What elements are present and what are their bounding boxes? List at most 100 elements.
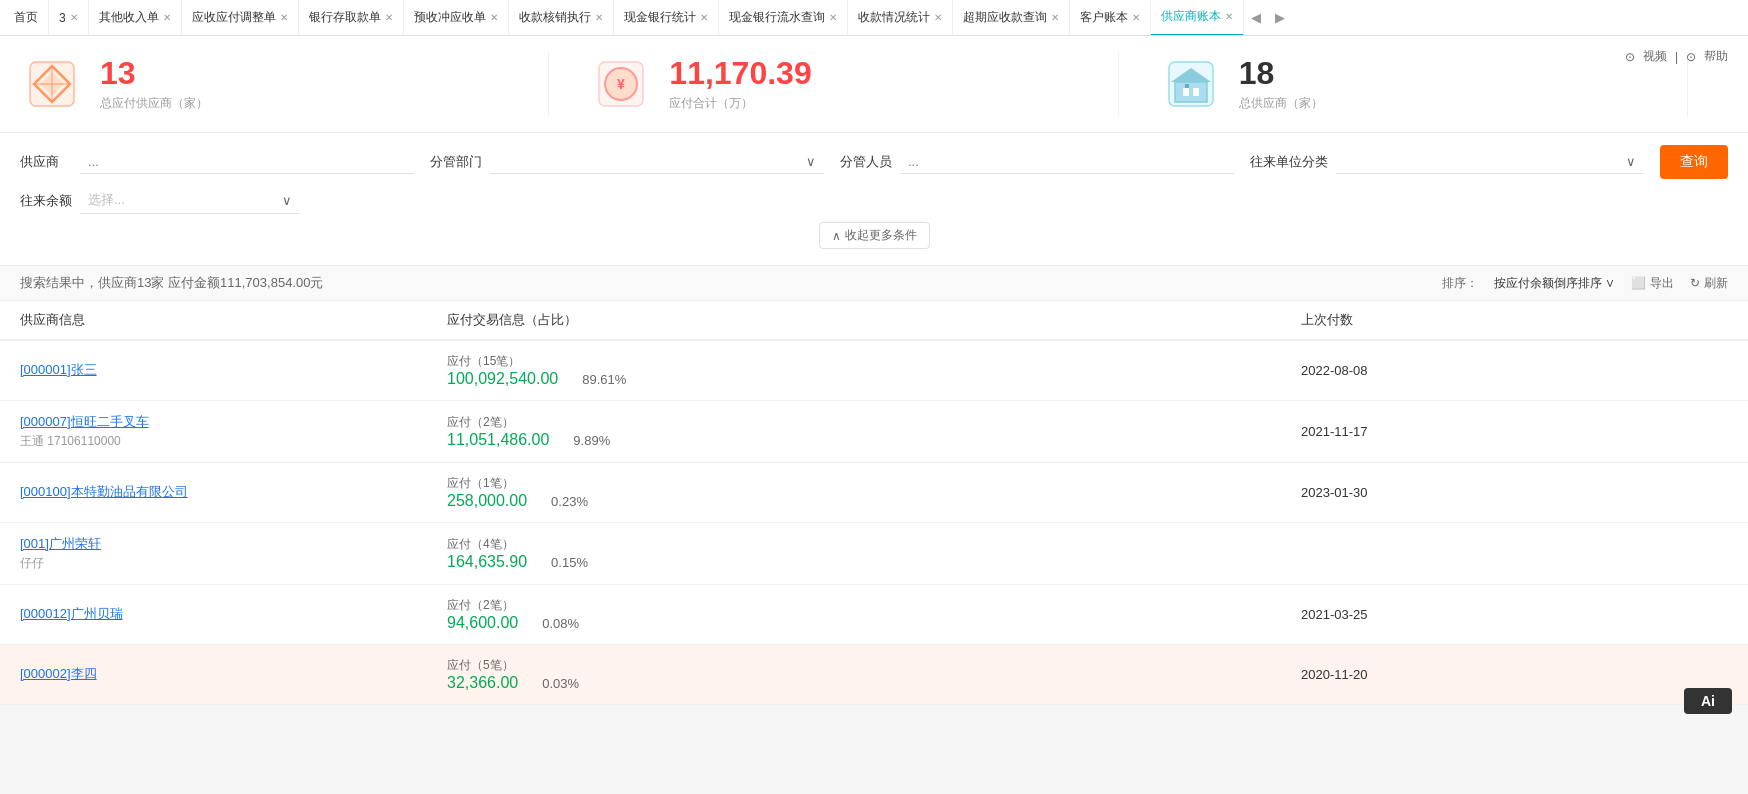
nav-tab-other-income-close[interactable]: ✕: [163, 12, 171, 23]
filter-dept: 分管部门 ∨: [430, 150, 824, 174]
nav-tab-cash-flow-label: 现金银行流水查询: [729, 9, 825, 26]
nav-tab-cash-stat[interactable]: 现金银行统计 ✕: [614, 0, 719, 36]
nav-tab-3-label: 3: [59, 11, 66, 25]
filter-dept-select[interactable]: ∨: [490, 150, 824, 174]
tx-amount-0[interactable]: 100,092,540.00: [447, 370, 558, 388]
svg-rect-9: [1175, 82, 1207, 102]
tx-pct-2: 0.23%: [551, 494, 588, 509]
nav-tab-cash-stat-close[interactable]: ✕: [700, 12, 708, 23]
tx-pct-5: 0.03%: [542, 676, 579, 691]
nav-tab-other-income-label: 其他收入单: [99, 9, 159, 26]
nav-tab-cash-flow-close[interactable]: ✕: [829, 12, 837, 23]
filter-dept-label: 分管部门: [430, 153, 482, 171]
filter-balance-placeholder: 选择...: [88, 191, 125, 209]
nav-tab-prepay-label: 预收冲应收单: [414, 9, 486, 26]
tx-pct-1: 9.89%: [573, 433, 610, 448]
supplier-sub-1: 王通 17106110000: [20, 433, 447, 450]
summary-card-total-payable: ¥ 11,170.39 应付合计（万）: [589, 52, 1118, 116]
nav-tab-cash-flow[interactable]: 现金银行流水查询 ✕: [719, 0, 848, 36]
nav-tab-overdue[interactable]: 超期应收款查询 ✕: [953, 0, 1070, 36]
search-button[interactable]: 查询: [1660, 145, 1728, 179]
nav-tab-customer-ledger[interactable]: 客户账本 ✕: [1070, 0, 1151, 36]
summary-total-payable-value: 11,170.39: [669, 56, 811, 91]
nav-tab-bank[interactable]: 银行存取款单 ✕: [299, 0, 404, 36]
nav-tab-supplier-ledger-label: 供应商账本: [1161, 8, 1221, 25]
summary-payable-suppliers-text: 13 总应付供应商（家）: [100, 56, 208, 112]
summary-total-suppliers-label: 总供应商（家）: [1239, 95, 1323, 112]
supplier-link-4[interactable]: [000012]广州贝瑞: [20, 605, 447, 623]
nav-tab-collection[interactable]: 收款核销执行 ✕: [509, 0, 614, 36]
circle-icon2: ⊙: [1686, 50, 1696, 64]
filter-supplier-input[interactable]: [80, 150, 414, 174]
nav-tab-3-close[interactable]: ✕: [70, 12, 78, 23]
nav-tab-ar-adjust[interactable]: 应收应付调整单 ✕: [182, 0, 299, 36]
summary-total-suppliers-text: 18 总供应商（家）: [1239, 56, 1323, 112]
supplier-link-5[interactable]: [000002]李四: [20, 665, 447, 683]
nav-tab-overdue-close[interactable]: ✕: [1051, 12, 1059, 23]
supplier-info-4: [000012]广州贝瑞: [20, 605, 447, 625]
nav-tab-collect-stat[interactable]: 收款情况统计 ✕: [848, 0, 953, 36]
nav-right-arrow[interactable]: ▶: [1268, 0, 1292, 36]
table-row: [000100]本特勤油品有限公司 应付（1笔） 258,000.00 0.23…: [0, 463, 1748, 523]
tx-label-2: 应付（1笔）: [447, 475, 1301, 492]
filter-person-input[interactable]: [900, 150, 1234, 174]
tx-row-4: 94,600.00 0.08%: [447, 614, 1301, 632]
nav-tab-bank-close[interactable]: ✕: [385, 12, 393, 23]
summary-payable-suppliers-value: 13: [100, 56, 208, 91]
nav-tab-customer-ledger-close[interactable]: ✕: [1132, 12, 1140, 23]
table-row: [000012]广州贝瑞 应付（2笔） 94,600.00 0.08% 2021…: [0, 585, 1748, 645]
sort-value-text: 按应付余额倒序排序: [1494, 276, 1602, 290]
tx-amount-1[interactable]: 11,051,486.00: [447, 431, 549, 449]
supplier-link-2[interactable]: [000100]本特勤油品有限公司: [20, 483, 447, 501]
summary-payable-suppliers-label: 总应付供应商（家）: [100, 95, 208, 112]
sort-label: 排序：: [1442, 275, 1478, 292]
nav-tab-collect-stat-label: 收款情况统计: [858, 9, 930, 26]
filter-category: 往来单位分类 ∨: [1250, 150, 1644, 174]
tx-amount-3[interactable]: 164,635.90: [447, 553, 527, 571]
tx-amount-2[interactable]: 258,000.00: [447, 492, 527, 510]
filter-category-label: 往来单位分类: [1250, 153, 1328, 171]
nav-tab-supplier-ledger-close[interactable]: ✕: [1225, 11, 1233, 22]
last-pay-2: 2023-01-30: [1301, 485, 1728, 500]
tx-info-2: 应付（1笔） 258,000.00 0.23%: [447, 475, 1301, 510]
nav-tab-cash-stat-label: 现金银行统计: [624, 9, 696, 26]
tx-info-5: 应付（5笔） 32,366.00 0.03%: [447, 657, 1301, 692]
collapse-button[interactable]: ∧ 收起更多条件: [819, 222, 930, 249]
tx-pct-0: 89.61%: [582, 372, 626, 387]
filter-category-select[interactable]: ∨: [1336, 150, 1644, 174]
nav-tab-3[interactable]: 3 ✕: [49, 0, 89, 36]
nav-tab-other-income[interactable]: 其他收入单 ✕: [89, 0, 182, 36]
tx-row-3: 164,635.90 0.15%: [447, 553, 1301, 571]
nav-tab-prepay-close[interactable]: ✕: [490, 12, 498, 23]
nav-tab-home[interactable]: 首页: [4, 0, 49, 36]
nav-left-arrow[interactable]: ◀: [1244, 0, 1268, 36]
nav-tab-prepay[interactable]: 预收冲应收单 ✕: [404, 0, 509, 36]
top-navigation: 首页 3 ✕ 其他收入单 ✕ 应收应付调整单 ✕ 银行存取款单 ✕ 预收冲应收单…: [0, 0, 1748, 36]
collapse-icon: ∧: [832, 229, 841, 243]
tx-amount-5[interactable]: 32,366.00: [447, 674, 518, 692]
tx-info-4: 应付（2笔） 94,600.00 0.08%: [447, 597, 1301, 632]
help-link[interactable]: 帮助: [1704, 48, 1728, 65]
nav-tab-bank-label: 银行存取款单: [309, 9, 381, 26]
nav-tab-collect-stat-close[interactable]: ✕: [934, 12, 942, 23]
ai-button[interactable]: Ai: [1684, 688, 1732, 705]
svg-rect-11: [1183, 88, 1189, 96]
last-pay-4: 2021-03-25: [1301, 607, 1728, 622]
separator: |: [1675, 50, 1678, 64]
diamond-icon: [20, 52, 84, 116]
refresh-button[interactable]: ↻ 刷新: [1690, 275, 1728, 292]
supplier-link-0[interactable]: [000001]张三: [20, 361, 447, 379]
nav-tab-ar-adjust-close[interactable]: ✕: [280, 12, 288, 23]
filter-person: 分管人员: [840, 150, 1234, 174]
export-button[interactable]: ⬜ 导出: [1631, 275, 1674, 292]
video-link[interactable]: 视频: [1643, 48, 1667, 65]
nav-tab-supplier-ledger[interactable]: 供应商账本 ✕: [1151, 0, 1244, 36]
filter-balance-select[interactable]: 选择... ∨: [80, 187, 300, 214]
tx-info-1: 应付（2笔） 11,051,486.00 9.89%: [447, 414, 1301, 449]
supplier-link-1[interactable]: [000007]恒旺二手叉车: [20, 413, 447, 431]
sort-value[interactable]: 按应付余额倒序排序 ∨: [1494, 275, 1615, 292]
tx-amount-4[interactable]: 94,600.00: [447, 614, 518, 632]
supplier-link-3[interactable]: [001]广州荣轩: [20, 535, 447, 553]
nav-tab-collection-close[interactable]: ✕: [595, 12, 603, 23]
result-summary: 搜索结果中，供应商13家 应付金额111,703,854.00元: [20, 274, 323, 292]
